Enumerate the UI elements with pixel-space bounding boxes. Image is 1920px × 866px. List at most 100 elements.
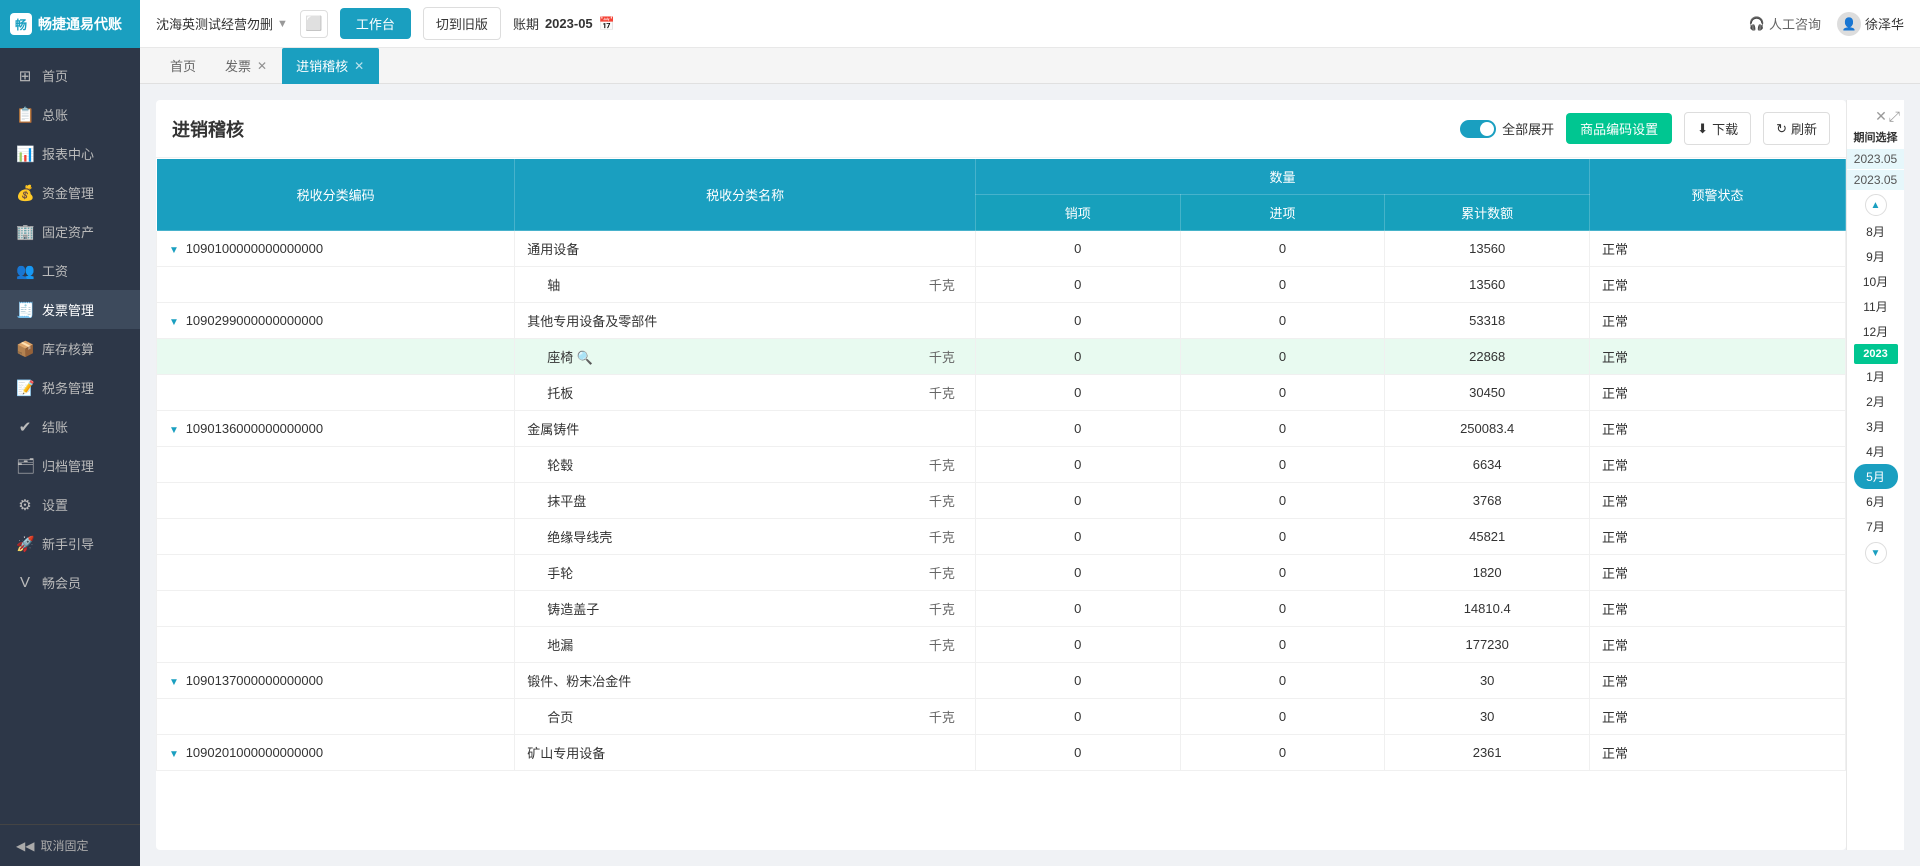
sidebar-item-tax[interactable]: 📝税务管理 — [0, 368, 140, 407]
save-btn[interactable]: ⬜ — [300, 10, 328, 38]
sidebar-label-guide: 新手引导 — [42, 534, 94, 553]
tree-expand-icon[interactable]: ▼ — [169, 317, 182, 328]
sidebar-item-settings[interactable]: ⚙设置 — [0, 485, 140, 524]
row-name: 其他专用设备及零部件 — [515, 303, 976, 339]
sidebar-item-archive[interactable]: 🗂归档管理 — [0, 446, 140, 485]
tab-home[interactable]: 首页 — [156, 48, 211, 84]
sidebar-item-invoice[interactable]: 🧾发票管理 — [0, 290, 140, 329]
tab-invoice[interactable]: 发票✕ — [211, 48, 282, 84]
period-month-item[interactable]: 10月 — [1854, 269, 1898, 294]
period-month-item[interactable]: 5月 — [1854, 464, 1898, 489]
period-month-item[interactable]: 7月 — [1854, 514, 1898, 539]
sidebar-icon-tax: 📝 — [16, 379, 34, 397]
workspace-button[interactable]: 工作台 — [340, 8, 411, 39]
period-month-item[interactable]: 4月 — [1854, 439, 1898, 464]
table-row: 手轮 千克 0 0 1820 正常 — [157, 555, 1846, 591]
period-month-item[interactable]: 2023 — [1854, 344, 1898, 364]
row-name: 座椅 🔍 千克 — [515, 339, 976, 375]
col-tax-code: 税收分类编码 — [157, 159, 515, 231]
sidebar-label-settings: 设置 — [42, 495, 68, 514]
tree-expand-icon[interactable]: ▼ — [169, 749, 182, 760]
period-month-item[interactable]: 9月 — [1854, 244, 1898, 269]
row-code: ▼ 1090137000000000000 — [157, 663, 515, 699]
topbar-right: 🎧 人工咨询 👤 徐泽华 — [1749, 12, 1904, 36]
row-total: 1820 — [1385, 555, 1590, 591]
tab-reconcile[interactable]: 进销稽核✕ — [282, 48, 379, 84]
row-code — [157, 339, 515, 375]
period-month-item[interactable]: 11月 — [1854, 294, 1898, 319]
row-code — [157, 519, 515, 555]
sidebar-item-inventory[interactable]: 📦库存核算 — [0, 329, 140, 368]
period-month-item[interactable]: 2月 — [1854, 389, 1898, 414]
row-status: 正常 — [1590, 555, 1846, 591]
tree-expand-icon[interactable]: ▼ — [169, 425, 182, 436]
save-icon: ⬜ — [305, 15, 322, 32]
period-month-item[interactable]: 3月 — [1854, 414, 1898, 439]
row-name: 托板 千克 — [515, 375, 976, 411]
refresh-btn[interactable]: ↻ 刷新 — [1763, 112, 1830, 145]
period-scroll-down-btn[interactable]: ▼ — [1865, 542, 1887, 564]
content-area: 进销稽核 全部展开 商品编码设置 ⬇ 下载 ↻ 刷 — [140, 84, 1920, 866]
period-month-item[interactable]: 8月 — [1854, 219, 1898, 244]
download-btn[interactable]: ⬇ 下载 — [1684, 112, 1751, 145]
period-month-item[interactable]: 1月 — [1854, 364, 1898, 389]
period-panel-title: 期间选择 — [1854, 129, 1898, 145]
row-status: 正常 — [1590, 735, 1846, 771]
period-months-list: 8月9月10月11月12月20231月2月3月4月5月6月7月 — [1854, 219, 1898, 539]
sidebar-icon-fund: 💰 — [16, 184, 34, 202]
tree-expand-icon[interactable]: ▼ — [169, 245, 182, 256]
row-name: 地漏 千克 — [515, 627, 976, 663]
help-button[interactable]: 🎧 人工咨询 — [1749, 14, 1821, 33]
sidebar-item-ledger[interactable]: 📋总账 — [0, 95, 140, 134]
sidebar-item-fund[interactable]: 💰资金管理 — [0, 173, 140, 212]
sidebar-icon-report: 📊 — [16, 145, 34, 163]
table-row: 轴 千克 0 0 13560 正常 — [157, 267, 1846, 303]
sidebar-label-inventory: 库存核算 — [42, 339, 94, 358]
sidebar-item-vip[interactable]: V畅会员 — [0, 563, 140, 602]
user-menu[interactable]: 👤 徐泽华 — [1837, 12, 1904, 36]
period-scroll-up-btn[interactable]: ▲ — [1865, 194, 1887, 216]
toggle-track[interactable] — [1460, 120, 1496, 138]
expand-toggle[interactable]: 全部展开 — [1460, 119, 1554, 138]
sidebar-icon-payroll: 👥 — [16, 262, 34, 280]
tab-close-invoice[interactable]: ✕ — [257, 59, 267, 73]
row-status: 正常 — [1590, 339, 1846, 375]
row-code: ▼ 1090201000000000000 — [157, 735, 515, 771]
calendar-icon[interactable]: 📅 — [599, 16, 615, 32]
header-actions: 全部展开 商品编码设置 ⬇ 下载 ↻ 刷新 — [1460, 112, 1830, 145]
sidebar-label-payroll: 工资 — [42, 261, 68, 280]
close-panel-icon[interactable]: ✕ — [1875, 108, 1887, 125]
row-purchase: 0 — [1180, 447, 1385, 483]
switch-version-button[interactable]: 切到旧版 — [423, 7, 501, 40]
sidebar-item-home[interactable]: ⊞首页 — [0, 56, 140, 95]
period-month-item[interactable]: 6月 — [1854, 489, 1898, 514]
row-name: 金属铸件 — [515, 411, 976, 447]
sidebar-item-report[interactable]: 📊报表中心 — [0, 134, 140, 173]
row-sales: 0 — [975, 699, 1180, 735]
sidebar-unpin[interactable]: ◀◀ 取消固定 — [0, 824, 140, 866]
row-total: 6634 — [1385, 447, 1590, 483]
sidebar-item-guide[interactable]: 🚀新手引导 — [0, 524, 140, 563]
row-purchase: 0 — [1180, 591, 1385, 627]
sidebar-label-settle: 结账 — [42, 417, 68, 436]
tree-expand-icon[interactable]: ▼ — [169, 677, 182, 688]
product-code-btn[interactable]: 商品编码设置 — [1566, 113, 1672, 144]
row-name: 绝缘导线壳 千克 — [515, 519, 976, 555]
sidebar-item-settle[interactable]: ✔结账 — [0, 407, 140, 446]
row-code — [157, 555, 515, 591]
search-icon[interactable]: 🔍 — [577, 350, 593, 365]
table-row: ▼ 1090100000000000000 通用设备 0 0 13560 正常 — [157, 231, 1846, 267]
row-purchase: 0 — [1180, 519, 1385, 555]
row-purchase: 0 — [1180, 483, 1385, 519]
sidebar-item-payroll[interactable]: 👥 工资 — [0, 251, 140, 290]
row-status: 正常 — [1590, 447, 1846, 483]
row-status: 正常 — [1590, 591, 1846, 627]
company-selector[interactable]: 沈海英测试经营勿删 ▼ — [156, 14, 288, 33]
period-month-item[interactable]: 12月 — [1854, 319, 1898, 344]
expand-panel-icon[interactable]: ⤢ — [1889, 108, 1900, 125]
tab-close-reconcile[interactable]: ✕ — [354, 59, 364, 73]
row-purchase: 0 — [1180, 231, 1385, 267]
sidebar-icon-home: ⊞ — [16, 67, 34, 85]
toggle-thumb — [1480, 122, 1494, 136]
sidebar-item-assets[interactable]: 🏢固定资产 — [0, 212, 140, 251]
